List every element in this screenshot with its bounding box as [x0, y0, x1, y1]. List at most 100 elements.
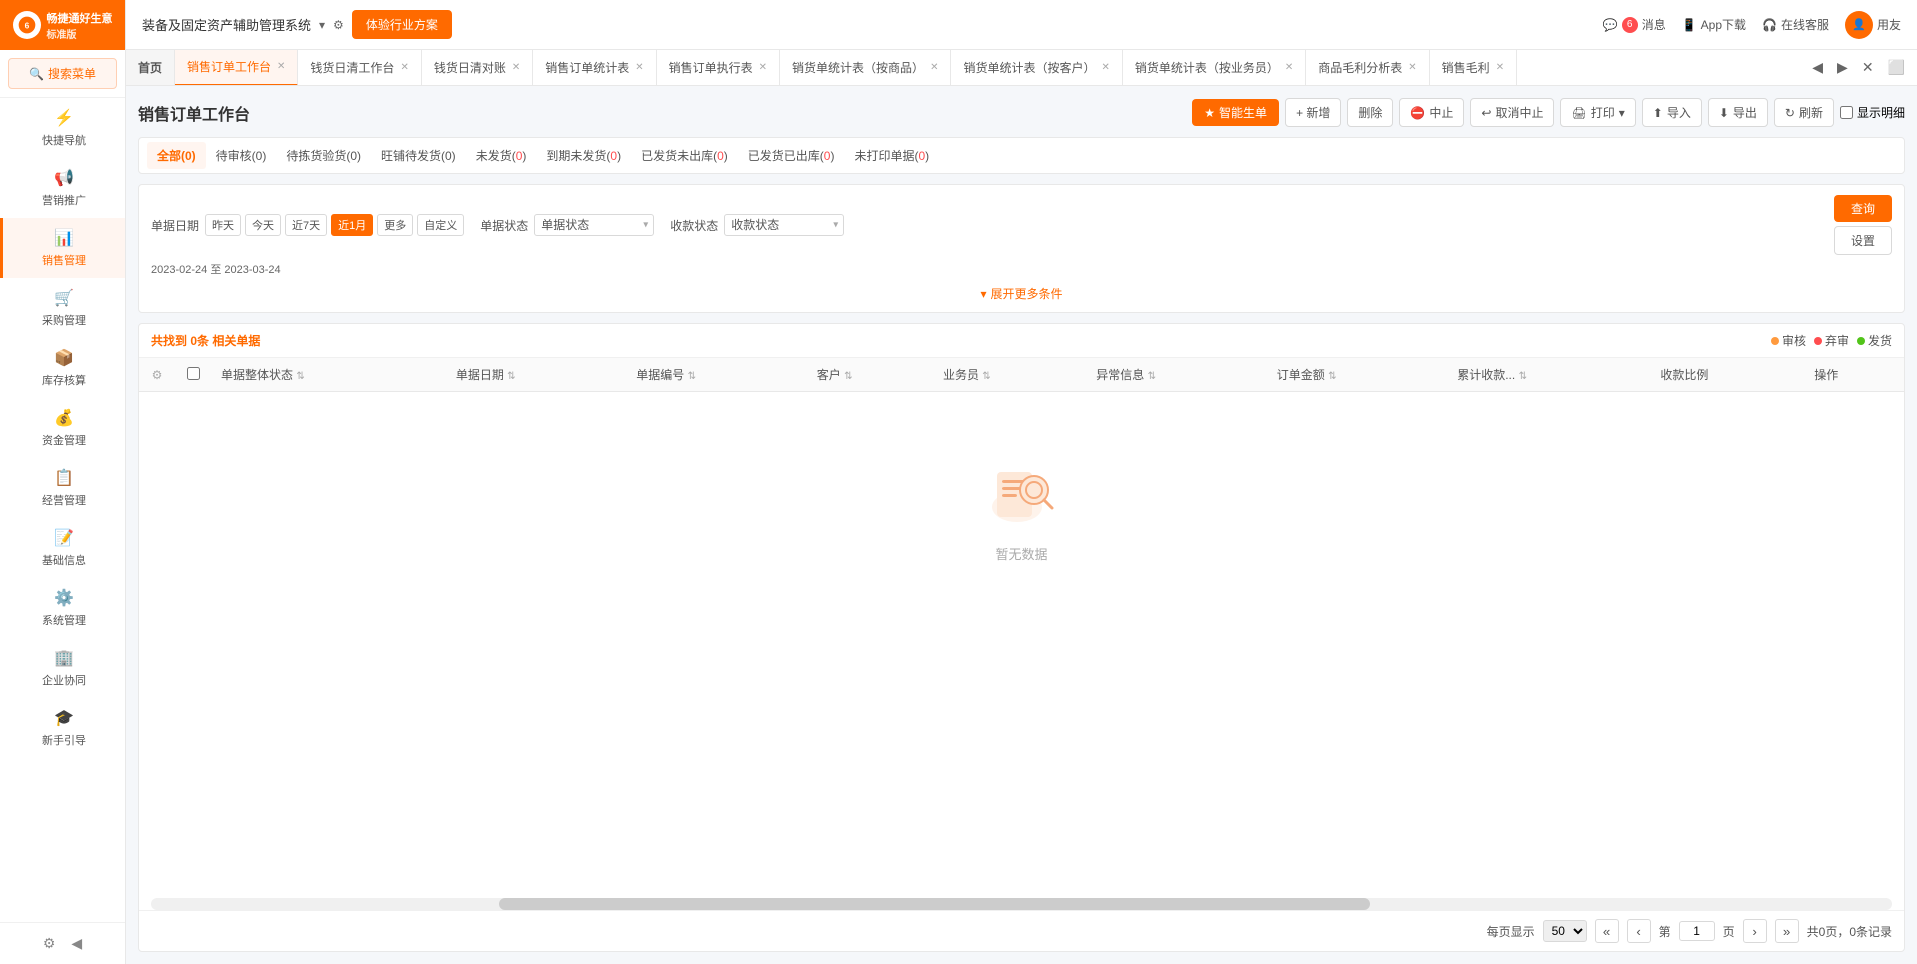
sort-collected-icon[interactable]: ⇅: [1519, 371, 1527, 382]
next-page-button[interactable]: ›: [1743, 919, 1767, 943]
date-btn-近7天[interactable]: 近7天: [285, 214, 327, 236]
sort-salesperson-icon[interactable]: ⇅: [982, 371, 990, 382]
tab-close-all-button[interactable]: ✕: [1858, 57, 1878, 78]
ship-button[interactable]: 发货: [1857, 332, 1892, 349]
tab-margin-analysis[interactable]: 商品毛利分析表✕: [1306, 50, 1429, 86]
tab-close-cargo-stats-customer[interactable]: ✕: [1101, 62, 1109, 73]
tab-sales-exec[interactable]: 销售订单执行表✕: [657, 50, 780, 86]
col-settings[interactable]: ⚙: [139, 358, 175, 392]
tab-sales-profit[interactable]: 销售毛利✕: [1430, 50, 1517, 86]
date-btn-今天[interactable]: 今天: [245, 214, 281, 236]
prev-page-button[interactable]: ‹: [1627, 919, 1651, 943]
payment-select[interactable]: 收款状态: [724, 214, 844, 236]
sidebar-item-basic[interactable]: 📝基础信息: [0, 518, 125, 578]
date-btn-自定义[interactable]: 自定义: [417, 214, 464, 236]
print-button[interactable]: 🖨 打印 ▾: [1560, 98, 1635, 127]
add-button[interactable]: + 新增: [1285, 98, 1341, 127]
sub-tab-all[interactable]: 全部(0): [147, 142, 206, 169]
tab-close-cargo-stats-product[interactable]: ✕: [930, 62, 938, 73]
import-button[interactable]: ⬆ 导入: [1642, 98, 1702, 127]
cancel-stop-button[interactable]: ↩ 取消中止: [1470, 98, 1554, 127]
tab-cargo-stats-salesperson[interactable]: 销货单统计表（按业务员）✕: [1123, 50, 1306, 86]
tab-close-cargo-stats-salesperson[interactable]: ✕: [1285, 62, 1293, 73]
header-settings-icon[interactable]: ⚙: [333, 18, 344, 32]
sub-tab-not-shipped[interactable]: 未发货(0): [466, 142, 537, 169]
page-header: 销售订单工作台 ★ 智能生单 + 新增 删除 ⛔ 中止 ↩ 取消中止 🖨: [138, 98, 1905, 127]
industry-button[interactable]: 体验行业方案: [352, 10, 452, 39]
sub-tab-pending-review[interactable]: 待审核(0): [206, 142, 277, 169]
show-detail-label[interactable]: 显示明细: [1840, 104, 1905, 121]
sub-tab-overdue-not-shipped[interactable]: 到期未发货(0): [536, 142, 631, 169]
tab-cash-reconcile[interactable]: 钱货日清对账✕: [422, 50, 533, 86]
expand-filter-button[interactable]: ▾ 展开更多条件: [980, 285, 1062, 302]
review-button[interactable]: 审核: [1771, 332, 1806, 349]
date-btn-更多[interactable]: 更多: [377, 214, 413, 236]
delete-button[interactable]: 删除: [1347, 98, 1393, 127]
tab-sales-stats[interactable]: 销售订单统计表✕: [533, 50, 656, 86]
tab-close-sales-order[interactable]: ✕: [277, 61, 285, 72]
sidebar-item-system[interactable]: ⚙️系统管理: [0, 578, 125, 638]
message-item[interactable]: 💬 6 消息: [1603, 16, 1666, 33]
first-page-button[interactable]: «: [1595, 919, 1619, 943]
sub-tab-shipped-not-out[interactable]: 已发货未出库(0): [631, 142, 738, 169]
tab-close-cash-reconcile[interactable]: ✕: [512, 62, 520, 73]
sidebar-item-marketing[interactable]: 📢营销推广: [0, 158, 125, 218]
scrollbar-thumb[interactable]: [499, 898, 1370, 910]
tab-close-sales-stats[interactable]: ✕: [635, 62, 643, 73]
tab-sales-order[interactable]: 销售订单工作台✕: [175, 50, 298, 86]
sidebar-item-sales[interactable]: 📊销售管理: [0, 218, 125, 278]
settings-icon[interactable]: ⚙: [39, 931, 60, 956]
date-btn-昨天[interactable]: 昨天: [205, 214, 241, 236]
sidebar-item-finance[interactable]: 💰资金管理: [0, 398, 125, 458]
sort-date-icon[interactable]: ⇅: [507, 371, 515, 382]
filter-settings-button[interactable]: 设置: [1834, 226, 1892, 255]
horizontal-scrollbar[interactable]: [151, 898, 1892, 910]
tab-cash-daily[interactable]: 钱货日清工作台✕: [298, 50, 421, 86]
cancel-review-button[interactable]: 弃审: [1814, 332, 1849, 349]
search-menu-button[interactable]: 🔍 搜索菜单: [8, 58, 117, 89]
select-all-checkbox[interactable]: [187, 367, 200, 380]
user-item[interactable]: 👤 用友: [1845, 11, 1901, 39]
tab-prev-button[interactable]: ◀: [1808, 57, 1827, 78]
sub-tab-shipped-out[interactable]: 已发货已出库(0): [738, 142, 845, 169]
tab-close-cash-daily[interactable]: ✕: [400, 62, 408, 73]
export-button[interactable]: ⬇ 导出: [1708, 98, 1768, 127]
status-select[interactable]: 单据状态: [534, 214, 654, 236]
last-page-button[interactable]: »: [1775, 919, 1799, 943]
app-download-item[interactable]: 📱 App下载: [1682, 16, 1746, 33]
stop-button[interactable]: ⛔ 中止: [1399, 98, 1464, 127]
sub-tab-not-printed[interactable]: 未打印单据(0): [844, 142, 939, 169]
date-btn-近1月[interactable]: 近1月: [331, 214, 373, 236]
current-page-input[interactable]: [1679, 921, 1715, 941]
refresh-button[interactable]: ↻ 刷新: [1774, 98, 1834, 127]
tab-restore-button[interactable]: ⬜: [1884, 57, 1909, 78]
sidebar-item-guide[interactable]: 🎓新手引导: [0, 698, 125, 758]
tab-close-sales-exec[interactable]: ✕: [759, 62, 767, 73]
sidebar-item-purchase[interactable]: 🛒采购管理: [0, 278, 125, 338]
sidebar-item-operations[interactable]: 📋经营管理: [0, 458, 125, 518]
sort-abnormal-icon[interactable]: ⇅: [1148, 371, 1156, 382]
query-button[interactable]: 查询: [1834, 195, 1892, 222]
tab-cargo-stats-product[interactable]: 销货单统计表（按商品）✕: [780, 50, 951, 86]
tab-bar-controls: ◀ ▶ ✕ ⬜: [1800, 57, 1917, 78]
header-dropdown-icon[interactable]: ▾: [319, 18, 325, 32]
sort-status-icon[interactable]: ⇅: [296, 371, 304, 382]
page-size-select[interactable]: 50: [1543, 920, 1587, 942]
tab-close-margin-analysis[interactable]: ✕: [1408, 62, 1416, 73]
collapse-icon[interactable]: ◀: [67, 931, 86, 956]
tab-next-button[interactable]: ▶: [1833, 57, 1852, 78]
sort-amount-icon[interactable]: ⇅: [1328, 371, 1336, 382]
sidebar-item-inventory[interactable]: 📦库存核算: [0, 338, 125, 398]
sidebar-item-quick-nav[interactable]: ⚡快捷导航: [0, 98, 125, 158]
sort-number-icon[interactable]: ⇅: [688, 371, 696, 382]
sub-tab-pending-inspect[interactable]: 待拣货验货(0): [276, 142, 371, 169]
sort-customer-icon[interactable]: ⇅: [844, 371, 852, 382]
sidebar-item-enterprise[interactable]: 🏢企业协同: [0, 638, 125, 698]
smart-create-button[interactable]: ★ 智能生单: [1192, 99, 1279, 126]
tab-home[interactable]: 首页: [126, 50, 175, 86]
tab-close-sales-profit[interactable]: ✕: [1496, 62, 1504, 73]
show-detail-checkbox[interactable]: [1840, 106, 1853, 119]
sub-tab-wangpu-pending[interactable]: 旺铺待发货(0): [371, 142, 466, 169]
online-service-item[interactable]: 🎧 在线客服: [1762, 16, 1829, 33]
tab-cargo-stats-customer[interactable]: 销货单统计表（按客户）✕: [951, 50, 1122, 86]
